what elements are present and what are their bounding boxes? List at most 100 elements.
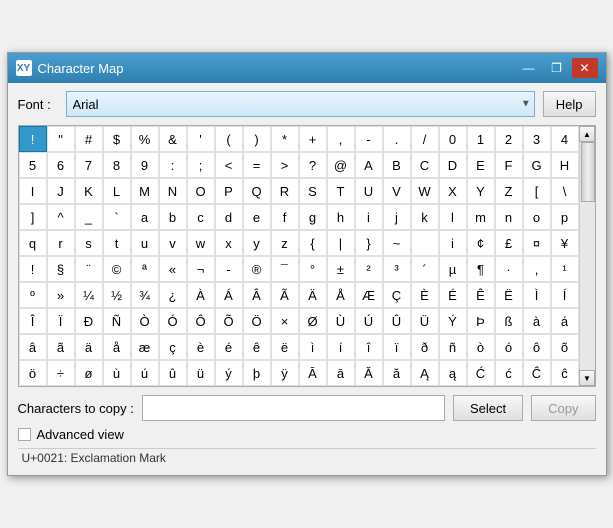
char-cell[interactable]: S (299, 178, 327, 204)
char-cell[interactable]: ñ (439, 334, 467, 360)
char-cell[interactable]: ô (523, 334, 551, 360)
char-cell[interactable]: ą (439, 360, 467, 386)
char-cell[interactable]: Â (243, 282, 271, 308)
char-cell[interactable]: Z (495, 178, 523, 204)
char-cell[interactable]: K (75, 178, 103, 204)
char-cell[interactable]: % (131, 126, 159, 152)
select-button[interactable]: Select (453, 395, 523, 421)
char-cell[interactable]: b (159, 204, 187, 230)
char-cell[interactable]: ! (19, 256, 47, 282)
char-cell[interactable]: Ĉ (523, 360, 551, 386)
char-cell[interactable]: è (187, 334, 215, 360)
char-cell[interactable]: J (47, 178, 75, 204)
char-cell[interactable]: ³ (383, 256, 411, 282)
char-cell[interactable]: < (215, 152, 243, 178)
char-cell[interactable]: ä (75, 334, 103, 360)
char-cell[interactable]: ¥ (551, 230, 579, 256)
char-cell[interactable]: P (215, 178, 243, 204)
char-cell[interactable]: Ï (47, 308, 75, 334)
char-cell[interactable]: 5 (19, 152, 47, 178)
scrollbar-down-button[interactable]: ▼ (579, 370, 595, 386)
char-cell[interactable]: ) (243, 126, 271, 152)
char-cell[interactable]: ā (327, 360, 355, 386)
char-cell[interactable]: k (411, 204, 439, 230)
char-cell[interactable]: Ø (299, 308, 327, 334)
char-cell[interactable]: ã (47, 334, 75, 360)
char-cell[interactable]: " (47, 126, 75, 152)
char-cell[interactable]: § (47, 256, 75, 282)
char-cell[interactable]: G (523, 152, 551, 178)
char-cell[interactable]: º (19, 282, 47, 308)
char-cell[interactable]: Q (243, 178, 271, 204)
char-cell[interactable]: ï (383, 334, 411, 360)
char-cell[interactable]: m (467, 204, 495, 230)
char-cell[interactable]: Ê (467, 282, 495, 308)
char-cell[interactable]: æ (131, 334, 159, 360)
char-cell[interactable]: © (103, 256, 131, 282)
char-cell[interactable]: W (411, 178, 439, 204)
char-cell[interactable]: 0 (439, 126, 467, 152)
char-cell[interactable]: ~ (383, 230, 411, 256)
char-cell[interactable]: ă (383, 360, 411, 386)
copy-button[interactable]: Copy (531, 395, 595, 421)
scrollbar-track[interactable] (580, 142, 595, 370)
char-cell[interactable]: ¯ (271, 256, 299, 282)
char-cell[interactable]: Ç (383, 282, 411, 308)
char-cell[interactable]: ¹ (551, 256, 579, 282)
char-cell[interactable]: Á (215, 282, 243, 308)
char-cell[interactable]: ¢ (467, 230, 495, 256)
char-cell[interactable]: ¼ (75, 282, 103, 308)
char-cell[interactable]: e (243, 204, 271, 230)
char-cell[interactable]: X (439, 178, 467, 204)
char-cell[interactable]: U (355, 178, 383, 204)
char-cell[interactable]: _ (75, 204, 103, 230)
char-cell[interactable]: g (299, 204, 327, 230)
char-cell[interactable]: É (439, 282, 467, 308)
char-cell[interactable]: C (411, 152, 439, 178)
char-cell[interactable]: Ú (355, 308, 383, 334)
char-cell[interactable]: / (411, 126, 439, 152)
char-cell[interactable]: 6 (47, 152, 75, 178)
char-cell[interactable]: Å (327, 282, 355, 308)
char-cell[interactable]: ´ (411, 256, 439, 282)
char-cell[interactable]: M (131, 178, 159, 204)
char-cell[interactable]: ü (187, 360, 215, 386)
char-cell[interactable]: t (103, 230, 131, 256)
char-cell[interactable]: u (131, 230, 159, 256)
char-cell[interactable]: À (187, 282, 215, 308)
char-cell[interactable]: á (551, 308, 579, 334)
char-cell[interactable]: Ā (299, 360, 327, 386)
char-cell[interactable]: i (355, 204, 383, 230)
char-cell[interactable]: Ò (131, 308, 159, 334)
char-cell[interactable]: d (215, 204, 243, 230)
char-cell[interactable]: p (551, 204, 579, 230)
char-cell[interactable]: à (523, 308, 551, 334)
restore-button[interactable]: ❐ (544, 58, 570, 78)
char-cell[interactable]: ù (103, 360, 131, 386)
scrollbar-thumb[interactable] (581, 142, 595, 202)
char-cell[interactable]: R (271, 178, 299, 204)
char-cell[interactable]: 4 (551, 126, 579, 152)
char-cell[interactable] (411, 230, 439, 256)
char-cell[interactable]: ¾ (131, 282, 159, 308)
char-cell[interactable]: â (19, 334, 47, 360)
char-cell[interactable]: A (355, 152, 383, 178)
char-cell[interactable]: w (187, 230, 215, 256)
char-cell[interactable]: å (103, 334, 131, 360)
char-cell[interactable]: ć (495, 360, 523, 386)
char-cell[interactable]: L (103, 178, 131, 204)
char-cell[interactable]: Ý (439, 308, 467, 334)
char-cell[interactable]: ÷ (47, 360, 75, 386)
char-cell[interactable]: ¨ (75, 256, 103, 282)
char-cell[interactable]: : (159, 152, 187, 178)
char-cell[interactable]: r (47, 230, 75, 256)
char-cell[interactable]: 9 (131, 152, 159, 178)
char-cell[interactable]: Ë (495, 282, 523, 308)
char-cell[interactable]: ? (299, 152, 327, 178)
char-cell[interactable]: | (327, 230, 355, 256)
char-cell[interactable]: Ù (327, 308, 355, 334)
char-cell[interactable]: « (159, 256, 187, 282)
char-cell[interactable]: ^ (47, 204, 75, 230)
char-cell[interactable]: $ (103, 126, 131, 152)
char-cell[interactable]: ¬ (187, 256, 215, 282)
